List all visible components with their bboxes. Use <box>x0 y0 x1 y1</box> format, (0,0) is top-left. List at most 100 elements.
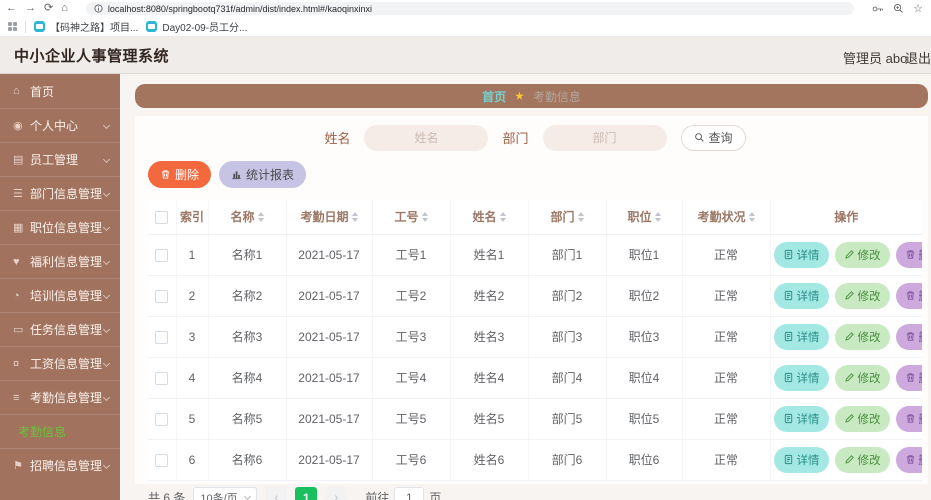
sort-carets-icon[interactable] <box>577 211 584 222</box>
row-checkbox[interactable] <box>155 412 169 426</box>
row-edit-button[interactable]: 修改 <box>834 282 890 309</box>
row-delete-label: 删除 <box>919 370 923 386</box>
bilibili-favicon <box>146 21 158 32</box>
row-detail-button[interactable]: 详情 <box>773 446 829 473</box>
sidebar-item-welfare-info-mgmt[interactable]: ♥ 福利信息管理 <box>0 244 120 278</box>
chevron-down-icon <box>244 492 252 500</box>
row-delete-label: 删除 <box>919 329 923 345</box>
row-edit-button[interactable]: 修改 <box>834 364 890 391</box>
row-detail-button[interactable]: 详情 <box>773 282 829 309</box>
sort-carets-icon[interactable] <box>257 211 264 222</box>
sidebar-subitem-attendance-info[interactable]: 考勤信息 <box>0 414 120 448</box>
sort-carets-icon[interactable] <box>748 211 755 222</box>
row-delete-label: 删除 <box>919 452 923 468</box>
query-button[interactable]: 查询 <box>680 124 746 151</box>
row-checkbox[interactable] <box>155 453 169 467</box>
row-checkbox[interactable] <box>155 248 169 262</box>
goto-page-input[interactable] <box>394 486 425 500</box>
row-delete-button[interactable]: 删除 <box>895 446 923 473</box>
sidebar-item-personal-center[interactable]: ◉ 个人中心 <box>0 108 120 142</box>
column-header-5[interactable]: 部门 <box>528 200 607 235</box>
bulk-delete-button[interactable]: 删除 <box>148 161 212 188</box>
sort-carets-icon[interactable] <box>499 211 506 222</box>
sidebar-item-label: 任务信息管理 <box>30 323 103 337</box>
bookmark-star-icon[interactable]: ☆ <box>913 2 923 15</box>
cell-dept: 部门5 <box>528 398 607 440</box>
sort-carets-icon[interactable] <box>654 211 661 222</box>
cell-position: 职位6 <box>606 439 683 481</box>
cell-index: 4 <box>176 357 209 399</box>
address-bar[interactable]: localhost:8080/springbootq731f/admin/dis… <box>85 2 855 15</box>
forward-icon[interactable]: → <box>25 3 36 14</box>
column-header-3[interactable]: 工号 <box>372 200 451 235</box>
column-header-1[interactable]: 名称 <box>208 200 287 235</box>
sidebar-item-task-info-mgmt[interactable]: ▭ 任务信息管理 <box>0 312 120 346</box>
next-page-button[interactable]: › <box>325 486 348 500</box>
back-icon[interactable]: ← <box>6 3 17 14</box>
bookmark-item-1[interactable]: 【码神之路】项目... <box>34 19 138 34</box>
row-edit-button[interactable]: 修改 <box>834 323 890 350</box>
browser-actions: ☆ <box>872 2 925 15</box>
sidebar-item-home[interactable]: ⌂ 首页 <box>0 74 120 108</box>
name-field-label: 姓名 <box>324 131 351 146</box>
report-button[interactable]: 统计报表 <box>219 161 307 188</box>
reload-icon[interactable]: ⟳ <box>44 3 53 14</box>
row-detail-button[interactable]: 详情 <box>773 241 829 268</box>
sidebar-item-recruitment-info-mgmt[interactable]: ⚑ 招聘信息管理 <box>0 448 120 482</box>
row-checkbox[interactable] <box>155 371 169 385</box>
sidebar-item-attendance-info-mgmt[interactable]: ≡ 考勤信息管理 <box>0 380 120 414</box>
row-edit-button[interactable]: 修改 <box>834 446 890 473</box>
sidebar-item-position-info-mgmt[interactable]: ▦ 职位信息管理 <box>0 210 120 244</box>
page-size-select[interactable]: 10条/页 <box>193 486 258 500</box>
dept-input[interactable] <box>542 124 667 151</box>
row-delete-button[interactable]: 删除 <box>895 241 922 268</box>
prev-page-button[interactable]: ‹ <box>265 486 288 500</box>
row-actions-cell: 详情 修改 删除 <box>770 357 923 399</box>
column-header-6[interactable]: 职位 <box>606 200 683 235</box>
cell-status: 正常 <box>682 439 771 481</box>
menu-icon: ≡ <box>13 391 20 404</box>
current-user-label[interactable]: 管理员 abo <box>843 48 907 67</box>
row-edit-button[interactable]: 修改 <box>834 405 890 432</box>
row-select-cell <box>148 398 177 440</box>
page-number-button[interactable]: 1 <box>295 486 318 500</box>
sort-carets-icon[interactable] <box>351 211 358 222</box>
row-checkbox[interactable] <box>155 330 169 344</box>
row-select-cell <box>148 316 177 358</box>
app-header: 中小企业人事管理系统 管理员 abo 退出登录 <box>0 37 931 74</box>
select-all-checkbox[interactable] <box>155 210 169 224</box>
logout-link[interactable]: 退出登录 <box>905 48 931 67</box>
row-delete-button[interactable]: 删除 <box>895 364 923 391</box>
column-header-7[interactable]: 考勤状况 <box>682 200 771 235</box>
row-detail-button[interactable]: 详情 <box>773 323 829 350</box>
site-info-icon[interactable] <box>94 4 103 13</box>
password-key-icon[interactable] <box>872 4 884 14</box>
bookmark-item-2[interactable]: Day02-09-员工分... <box>146 19 247 34</box>
sidebar-item-label: 培训信息管理 <box>30 289 103 303</box>
breadcrumb-home[interactable]: 首页 <box>482 88 506 105</box>
sidebar-item-employee-mgmt[interactable]: ▤ 员工管理 <box>0 142 120 176</box>
name-input[interactable] <box>364 124 489 151</box>
sidebar-item-department-info-mgmt[interactable]: ☰ 部门信息管理 <box>0 176 120 210</box>
column-header-2[interactable]: 考勤日期 <box>286 200 373 235</box>
sidebar-item-training-info-mgmt[interactable]: ◔ 培训信息管理 <box>0 278 120 312</box>
chevron-down-icon <box>102 223 111 232</box>
row-detail-button[interactable]: 详情 <box>773 364 829 391</box>
sidebar-item-salary-info-mgmt[interactable]: ¤ 工资信息管理 <box>0 346 120 380</box>
sort-carets-icon[interactable] <box>421 211 428 222</box>
row-detail-button[interactable]: 详情 <box>773 405 829 432</box>
cell-dept: 部门2 <box>528 275 607 317</box>
row-delete-button[interactable]: 删除 <box>895 282 922 309</box>
apps-grid-icon[interactable] <box>8 22 17 31</box>
row-edit-button[interactable]: 修改 <box>834 241 890 268</box>
row-delete-button[interactable]: 删除 <box>895 323 923 350</box>
document-icon <box>783 413 794 424</box>
heart-icon: ♥ <box>13 255 20 268</box>
row-delete-button[interactable]: 删除 <box>895 405 922 432</box>
toolbar: 删除 统计报表 <box>148 161 922 188</box>
column-header-4[interactable]: 姓名 <box>450 200 529 235</box>
zoom-icon[interactable] <box>893 3 904 14</box>
row-checkbox[interactable] <box>155 289 169 303</box>
chevron-down-icon <box>102 121 111 130</box>
home-icon[interactable]: ⌂ <box>61 3 68 14</box>
